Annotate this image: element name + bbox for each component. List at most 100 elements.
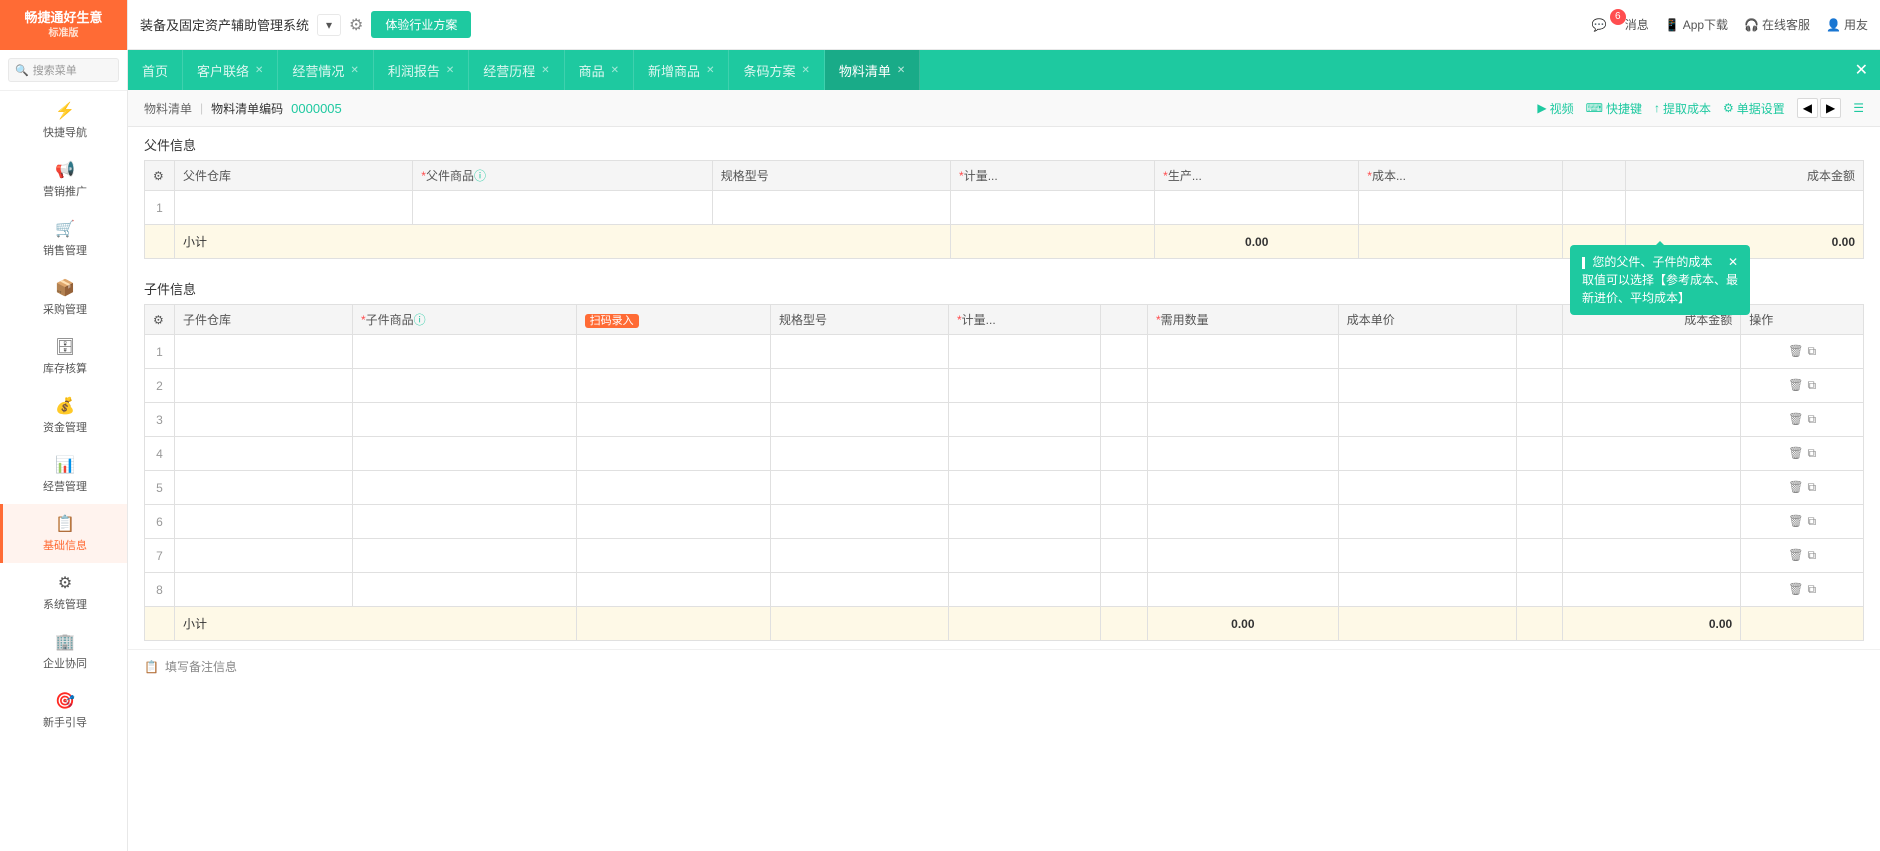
child-col-settings[interactable]: ⚙ [145, 305, 175, 335]
tab-new-goods[interactable]: 新增商品 ✕ [634, 50, 729, 90]
child-row-1-qty[interactable] [1147, 335, 1338, 369]
copy-icon-4[interactable]: ⧉ [1807, 446, 1816, 461]
child-row-6-spec[interactable] [771, 505, 949, 539]
parent-row-1-spec[interactable] [712, 191, 950, 225]
extract-cost-button[interactable]: ↑ 提取成本 [1654, 100, 1711, 117]
child-row-6-qty[interactable] [1147, 505, 1338, 539]
child-row-8-warehouse[interactable] [175, 573, 353, 607]
child-row-3-goods[interactable] [352, 403, 576, 437]
tab-barcode-close[interactable]: ✕ [801, 65, 809, 76]
delete-icon-8[interactable]: 🗑 [1788, 582, 1803, 597]
child-row-8-unit[interactable] [949, 573, 1101, 607]
delete-icon-2[interactable]: 🗑 [1788, 378, 1803, 393]
tab-profit[interactable]: 利润报告 ✕ [374, 50, 469, 90]
sidebar-item-basic-info[interactable]: 📋 基础信息 [0, 504, 127, 563]
tab-home[interactable]: 首页 [128, 50, 183, 90]
child-row-3-warehouse[interactable] [175, 403, 353, 437]
breadcrumb-parent[interactable]: 物料清单 [144, 100, 192, 117]
child-row-2-qty[interactable] [1147, 369, 1338, 403]
copy-icon-2[interactable]: ⧉ [1807, 378, 1816, 393]
system-select[interactable]: ▾ [317, 14, 341, 36]
single-setting-button[interactable]: ⚙ 单据设置 [1723, 100, 1785, 117]
shortcut-button[interactable]: ⌨ 快捷键 [1586, 100, 1642, 117]
child-row-6-unit-cost[interactable] [1338, 505, 1516, 539]
sidebar-item-marketing[interactable]: 📢 营销推广 [0, 150, 127, 209]
child-row-4-unit-cost[interactable] [1338, 437, 1516, 471]
sidebar-item-enterprise[interactable]: 🏢 企业协同 [0, 622, 127, 681]
tab-bom-close[interactable]: ✕ [897, 65, 905, 76]
child-row-2-unit[interactable] [949, 369, 1101, 403]
child-row-5-spec[interactable] [771, 471, 949, 505]
message-button[interactable]: 💬 6 消息 [1592, 16, 1649, 33]
delete-icon-7[interactable]: 🗑 [1788, 548, 1803, 563]
parent-row-1-warehouse[interactable] [175, 191, 413, 225]
child-row-7-spec[interactable] [771, 539, 949, 573]
child-row-6-goods[interactable] [352, 505, 576, 539]
child-row-1-goods[interactable] [352, 335, 576, 369]
child-row-7-unit-cost[interactable] [1338, 539, 1516, 573]
sidebar-item-finance[interactable]: 💰 资金管理 [0, 386, 127, 445]
copy-icon-3[interactable]: ⧉ [1807, 412, 1816, 427]
child-row-4-spec[interactable] [771, 437, 949, 471]
sidebar-item-guide[interactable]: 🎯 新手引导 [0, 681, 127, 740]
child-row-7-goods[interactable] [352, 539, 576, 573]
tab-goods-close[interactable]: ✕ [611, 65, 619, 76]
tab-new-goods-close[interactable]: ✕ [706, 65, 714, 76]
child-row-1-unit-cost[interactable] [1338, 335, 1516, 369]
sidebar-item-system[interactable]: ⚙ 系统管理 [0, 563, 127, 622]
child-row-7-warehouse[interactable] [175, 539, 353, 573]
child-row-5-warehouse[interactable] [175, 471, 353, 505]
sidebar-item-quick-nav[interactable]: ⚡ 快捷导航 [0, 91, 127, 150]
delete-icon-6[interactable]: 🗑 [1788, 514, 1803, 529]
child-row-3-unit-cost[interactable] [1338, 403, 1516, 437]
child-row-3-qty[interactable] [1147, 403, 1338, 437]
search-menu-box[interactable]: 🔍 搜索菜单 [8, 58, 119, 82]
delete-icon-3[interactable]: 🗑 [1788, 412, 1803, 427]
list-view-button[interactable]: ☰ [1853, 101, 1864, 115]
child-row-7-qty[interactable] [1147, 539, 1338, 573]
tab-profit-close[interactable]: ✕ [446, 65, 454, 76]
child-row-8-unit-cost[interactable] [1338, 573, 1516, 607]
child-row-8-qty[interactable] [1147, 573, 1338, 607]
prev-record-button[interactable]: ◀ [1797, 98, 1818, 118]
child-row-4-qty[interactable] [1147, 437, 1338, 471]
tab-customer-close[interactable]: ✕ [255, 65, 263, 76]
child-row-1-warehouse[interactable] [175, 335, 353, 369]
child-row-2-warehouse[interactable] [175, 369, 353, 403]
child-row-3-spec[interactable] [771, 403, 949, 437]
child-row-7-unit[interactable] [949, 539, 1101, 573]
child-row-2-goods[interactable] [352, 369, 576, 403]
child-row-5-unit[interactable] [949, 471, 1101, 505]
child-row-6-unit[interactable] [949, 505, 1101, 539]
sidebar-item-sales[interactable]: 🛒 销售管理 [0, 209, 127, 268]
tab-barcode[interactable]: 条码方案 ✕ [729, 50, 824, 90]
tab-history-close[interactable]: ✕ [541, 65, 549, 76]
copy-icon-5[interactable]: ⧉ [1807, 480, 1816, 495]
parent-row-1-cost[interactable] [1359, 191, 1563, 225]
child-row-4-goods[interactable] [352, 437, 576, 471]
sidebar-item-inventory[interactable]: 🗄 库存核算 [0, 327, 127, 386]
app-download-button[interactable]: 📱 App下载 [1665, 16, 1728, 33]
tab-goods[interactable]: 商品 ✕ [565, 50, 634, 90]
child-row-3-unit[interactable] [949, 403, 1101, 437]
child-row-5-unit-cost[interactable] [1338, 471, 1516, 505]
parent-col-settings[interactable]: ⚙ [145, 161, 175, 191]
sidebar-item-purchase[interactable]: 📦 采购管理 [0, 268, 127, 327]
parent-row-1-production[interactable] [1155, 191, 1359, 225]
copy-icon[interactable]: ⧉ [1807, 344, 1816, 359]
copy-icon-6[interactable]: ⧉ [1807, 514, 1816, 529]
user-avatar-button[interactable]: 👤 用友 [1826, 16, 1868, 33]
online-service-button[interactable]: 🎧 在线客服 [1744, 16, 1810, 33]
child-row-4-unit[interactable] [949, 437, 1101, 471]
child-row-1-unit[interactable] [949, 335, 1101, 369]
trial-button[interactable]: 体验行业方案 [371, 11, 471, 38]
view-video-button[interactable]: ▶ 视频 [1537, 100, 1573, 117]
tab-bom[interactable]: 物料清单 ✕ [825, 50, 920, 90]
tab-customer[interactable]: 客户联络 ✕ [183, 50, 278, 90]
child-row-8-goods[interactable] [352, 573, 576, 607]
parent-row-1-unit[interactable] [951, 191, 1155, 225]
child-row-2-spec[interactable] [771, 369, 949, 403]
delete-icon-4[interactable]: 🗑 [1788, 446, 1803, 461]
sidebar-item-operations[interactable]: 📊 经营管理 [0, 445, 127, 504]
child-row-4-warehouse[interactable] [175, 437, 353, 471]
